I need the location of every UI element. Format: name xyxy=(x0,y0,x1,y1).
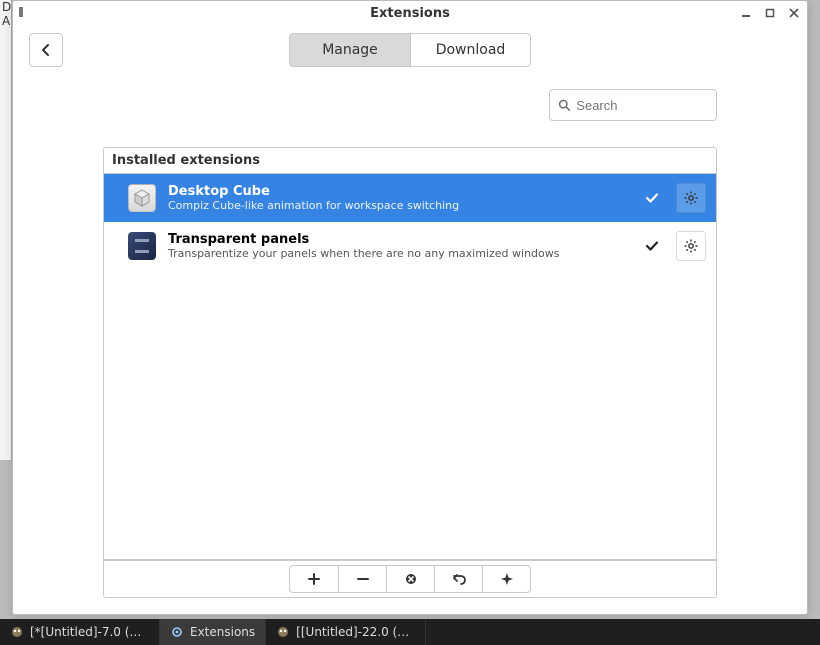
section-header: Installed extensions xyxy=(104,148,716,174)
taskbar: [*[Untitled]-7.0 (RGB… Extensions [[Unti… xyxy=(0,619,820,645)
extension-settings-button[interactable] xyxy=(676,231,706,261)
panels-icon xyxy=(132,236,152,256)
window-title: Extensions xyxy=(370,6,450,21)
gear-icon xyxy=(683,238,699,254)
extension-name: Desktop Cube xyxy=(168,184,628,199)
extension-text: Transparent panels Transparentize your p… xyxy=(168,232,628,260)
minus-icon xyxy=(356,572,370,586)
minimize-button[interactable] xyxy=(739,6,753,20)
extension-text: Desktop Cube Compiz Cube-like animation … xyxy=(168,184,628,212)
toolbar-group xyxy=(289,565,531,593)
search-row xyxy=(13,75,807,131)
cancel-icon xyxy=(404,572,418,586)
gimp-icon xyxy=(276,625,290,639)
taskbar-item[interactable]: [[Untitled]-22.0 (RGB… xyxy=(266,619,426,645)
check-icon xyxy=(645,191,659,205)
close-button[interactable] xyxy=(787,6,801,20)
taskbar-label: Extensions xyxy=(190,625,255,639)
sparkle-icon xyxy=(500,572,514,586)
extensions-panel: Installed extensions Desktop Cube Compiz… xyxy=(103,147,717,560)
plus-icon xyxy=(307,572,321,586)
extension-description: Transparentize your panels when there ar… xyxy=(168,247,628,260)
search-input[interactable] xyxy=(576,98,708,113)
close-icon xyxy=(789,8,799,18)
tab-label: Manage xyxy=(322,42,378,58)
tab-manage[interactable]: Manage xyxy=(290,34,410,66)
undo-button[interactable] xyxy=(434,566,482,592)
extension-row[interactable]: Desktop Cube Compiz Cube-like animation … xyxy=(104,174,716,222)
view-tabs: Manage Download xyxy=(289,33,531,67)
bg-letter: D xyxy=(0,0,11,14)
remove-button[interactable] xyxy=(338,566,386,592)
disable-button[interactable] xyxy=(386,566,434,592)
back-button[interactable] xyxy=(29,33,63,67)
taskbar-item[interactable]: [*[Untitled]-7.0 (RGB… xyxy=(0,619,160,645)
enabled-indicator xyxy=(640,239,664,253)
minimize-icon xyxy=(741,8,751,18)
tab-label: Download xyxy=(436,42,506,58)
extension-name: Transparent panels xyxy=(168,232,628,247)
extension-row[interactable]: Transparent panels Transparentize your p… xyxy=(104,222,716,270)
update-button[interactable] xyxy=(482,566,530,592)
gimp-icon xyxy=(10,625,24,639)
extension-description: Compiz Cube-like animation for workspace… xyxy=(168,199,628,212)
cube-icon xyxy=(132,188,152,208)
undo-icon xyxy=(452,572,466,586)
enabled-indicator xyxy=(640,191,664,205)
settings-icon xyxy=(170,625,184,639)
window-indicator-icon xyxy=(19,7,23,17)
extensions-list: Desktop Cube Compiz Cube-like animation … xyxy=(104,174,716,559)
extension-settings-button[interactable] xyxy=(676,183,706,213)
maximize-icon xyxy=(765,8,775,18)
tab-download[interactable]: Download xyxy=(410,34,530,66)
extension-icon xyxy=(128,232,156,260)
bg-letter: A xyxy=(0,14,11,28)
gear-icon xyxy=(683,190,699,206)
window-controls xyxy=(739,1,801,25)
extensions-window: Extensions Manage Download xyxy=(12,0,808,615)
header-bar: Manage Download xyxy=(13,25,807,75)
background-window-edge: D A xyxy=(0,0,12,460)
chevron-left-icon xyxy=(39,43,53,57)
section-title: Installed extensions xyxy=(112,153,260,168)
maximize-button[interactable] xyxy=(763,6,777,20)
search-icon xyxy=(558,98,570,112)
add-button[interactable] xyxy=(290,566,338,592)
action-toolbar xyxy=(103,560,717,598)
extension-icon xyxy=(128,184,156,212)
search-field[interactable] xyxy=(549,89,717,121)
taskbar-item[interactable]: Extensions xyxy=(160,619,266,645)
taskbar-label: [[Untitled]-22.0 (RGB… xyxy=(296,625,415,639)
titlebar[interactable]: Extensions xyxy=(13,1,807,25)
taskbar-label: [*[Untitled]-7.0 (RGB… xyxy=(30,625,149,639)
check-icon xyxy=(645,239,659,253)
